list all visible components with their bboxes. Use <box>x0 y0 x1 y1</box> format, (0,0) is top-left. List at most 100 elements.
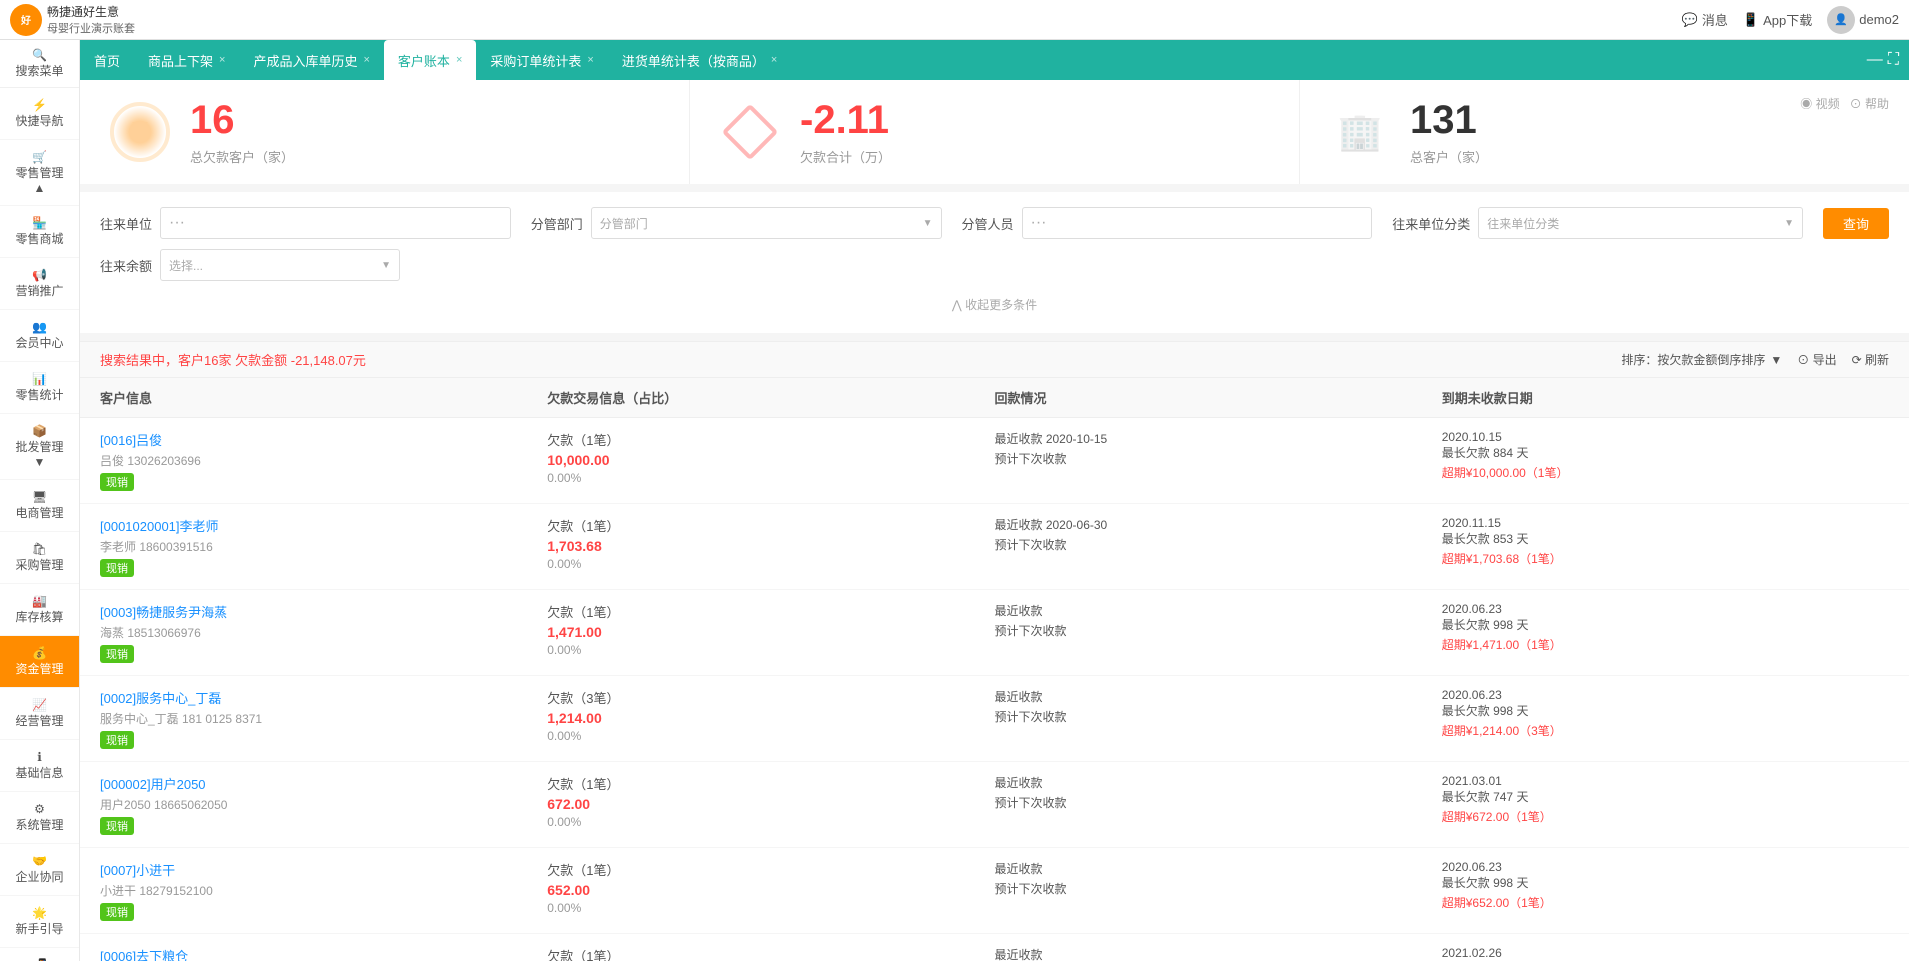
sidebar-item-member[interactable]: 👥 会员中心 <box>0 310 79 362</box>
sort-control[interactable]: 排序：按欠款金额倒序排序 ▼ <box>1621 351 1782 368</box>
debt-amount-1[interactable]: 1,703.68 <box>547 538 994 554</box>
sidebar-item-inventory[interactable]: 🏭 库存核算 <box>0 584 79 636</box>
sidebar-item-purchase[interactable]: 🛍 采购管理 <box>0 532 79 584</box>
debt-percent-5: 0.00% <box>547 901 994 915</box>
customer-info-6: [0006]去下粮仓 陈小帅 现销 <box>100 946 547 961</box>
ecommerce-icon: 🖥 <box>5 490 74 504</box>
app-download-btn[interactable]: 📱 App下载 <box>1743 10 1812 29</box>
tab-close-customer-account[interactable]: × <box>456 54 462 66</box>
debt-percent-4: 0.00% <box>547 815 994 829</box>
sidebar-item-ecommerce[interactable]: 🖥 电商管理 <box>0 480 79 532</box>
customer-name-2[interactable]: [0003]畅捷服务尹海蒸 <box>100 602 547 621</box>
sidebar-item-retail-mall[interactable]: 🏪 零售商城 <box>0 206 79 258</box>
collapse-btn[interactable]: ⋀ 收起更多条件 <box>100 291 1889 318</box>
debt-amount-4[interactable]: 672.00 <box>547 796 994 812</box>
tab-home[interactable]: 首页 <box>80 40 134 80</box>
brand-icon: 好 <box>10 4 42 36</box>
chevron-down-icon: ▲ <box>5 181 74 195</box>
sidebar-item-newbie[interactable]: 🌟 新手引导 <box>0 896 79 948</box>
search-button[interactable]: 查询 <box>1823 208 1889 239</box>
debt-count-0: 欠款（1笔） <box>547 430 994 449</box>
col-header-debt: 欠款交易信息（占比） <box>547 388 994 407</box>
help-link[interactable]: ⊙ 帮助 <box>1850 95 1889 112</box>
tab-close-inbound-stats[interactable]: × <box>771 54 777 66</box>
tab-purchase-order[interactable]: 采购订单统计表 × <box>476 40 607 80</box>
customer-name-0[interactable]: [0016]吕俊 <box>100 430 547 449</box>
overdue-link-4[interactable]: 超期¥672.00（1笔） <box>1442 808 1889 825</box>
tabs-fullscreen-btn[interactable]: ⛶ <box>1888 51 1899 69</box>
table-row: [0003]畅捷服务尹海蒸 海蒸 18513066976 现销 欠款（1笔） 1… <box>80 590 1909 676</box>
manager-label: 分管人员 <box>962 214 1014 233</box>
export-btn[interactable]: ⊙ 导出 <box>1797 351 1836 368</box>
manager-input[interactable]: ··· <box>1022 207 1373 239</box>
sidebar-item-basic-info[interactable]: ℹ 基础信息 <box>0 740 79 792</box>
stat-icon-building: 🏢 <box>1330 102 1390 162</box>
debt-percent-3: 0.00% <box>547 729 994 743</box>
filter-row-2: 往来余额 选择... ▼ <box>100 249 1889 281</box>
overdue-link-0[interactable]: 超期¥10,000.00（1笔） <box>1442 464 1889 481</box>
unit-category-select[interactable]: 往来单位分类 ▼ <box>1478 207 1803 239</box>
tabs-expand-btn[interactable]: — <box>1867 51 1883 69</box>
sidebar-item-retail-stats[interactable]: 📊 零售统计 <box>0 362 79 414</box>
tab-close-product-history[interactable]: × <box>363 54 369 66</box>
newbie-icon: 🌟 <box>5 906 74 920</box>
table-row: [0007]小进干 小进干 18279152100 现销 欠款（1笔） 652.… <box>80 848 1909 934</box>
top-right: 💬 消息 📱 App下载 👤 demo2 <box>1682 6 1899 34</box>
customer-name-3[interactable]: [0002]服务中心_丁磊 <box>100 688 547 707</box>
customer-contact-2: 海蒸 18513066976 <box>100 624 547 641</box>
tab-inbound-stats[interactable]: 进货单统计表（按商品） × <box>608 40 791 80</box>
overdue-link-1[interactable]: 超期¥1,703.68（1笔） <box>1442 550 1889 567</box>
message-btn[interactable]: 💬 消息 <box>1682 10 1728 29</box>
tab-product-history[interactable]: 产成品入库单历史 × <box>239 40 383 80</box>
recovery-info-3: 最近收款 预计下次收款 <box>995 688 1442 728</box>
app-wrapper: 好 畅捷通好生意 母婴行业演示账套 💬 消息 📱 App下载 👤 demo2 <box>0 0 1909 961</box>
export-icon: ⊙ <box>1797 353 1812 367</box>
department-select[interactable]: 分管部门 ▼ <box>591 207 942 239</box>
sidebar-search[interactable]: 🔍 搜索菜单 <box>0 40 79 88</box>
user-menu[interactable]: 👤 demo2 <box>1827 6 1899 34</box>
video-link[interactable]: ◉ 视频 <box>1800 95 1839 112</box>
customer-name-4[interactable]: [000002]用户2050 <box>100 774 547 793</box>
table-row: [000002]用户2050 用户2050 18665062050 现销 欠款（… <box>80 762 1909 848</box>
tab-products-off[interactable]: 商品上下架 × <box>134 40 239 80</box>
sidebar-item-finance[interactable]: 💰 资金管理 <box>0 636 79 688</box>
recovery-last-3: 最近收款 <box>995 688 1442 705</box>
tab-close-purchase-order[interactable]: × <box>587 54 593 66</box>
recovery-next-1: 预计下次收款 <box>995 536 1442 553</box>
refresh-btn[interactable]: ⟳ 刷新 <box>1852 351 1889 368</box>
debt-amount-5[interactable]: 652.00 <box>547 882 994 898</box>
overdue-max-5: 最长欠款 998 天 <box>1442 874 1889 891</box>
sidebar-item-quick-nav[interactable]: ⚡ 快捷导航 <box>0 88 79 140</box>
stat-text-customers: 16 总欠款客户（家） <box>190 98 294 166</box>
sidebar-item-system[interactable]: ⚙ 系统管理 <box>0 792 79 844</box>
page-content: ¥ 16 总欠款客户（家） -2.11 欠款合计（万） <box>80 80 1909 961</box>
recovery-info-6: 最近收款 预计下次收款 <box>995 946 1442 961</box>
debt-amount-3[interactable]: 1,214.00 <box>547 710 994 726</box>
overdue-link-2[interactable]: 超期¥1,471.00（1笔） <box>1442 636 1889 653</box>
main-layout: 🔍 搜索菜单 ⚡ 快捷导航 🛒 零售管理 ▲ 🏪 零售商城 📢 营销推广 � <box>0 40 1909 961</box>
overdue-link-3[interactable]: 超期¥1,214.00（3笔） <box>1442 722 1889 739</box>
sidebar-item-enterprise[interactable]: 🤝 企业协同 <box>0 844 79 896</box>
customer-name-5[interactable]: [0007]小进干 <box>100 860 547 879</box>
operation-icon: 📈 <box>5 698 74 712</box>
sort-arrow: ▼ <box>1770 353 1782 367</box>
debt-amount-2[interactable]: 1,471.00 <box>547 624 994 640</box>
customer-info-1: [0001020001]李老师 李老师 18600391516 现销 <box>100 516 547 577</box>
sidebar-item-batch-mgmt[interactable]: 📦 批发管理 ▼ <box>0 414 79 480</box>
customer-name-1[interactable]: [0001020001]李老师 <box>100 516 547 535</box>
sidebar-item-app-center[interactable]: 📲 应用中心 <box>0 948 79 961</box>
overdue-info-1: 2020.11.15 最长欠款 853 天 超期¥1,703.68（1笔） <box>1442 516 1889 567</box>
avatar: 👤 <box>1827 6 1855 34</box>
balance-select[interactable]: 选择... ▼ <box>160 249 400 281</box>
sidebar-item-retail-mgmt[interactable]: 🛒 零售管理 ▲ <box>0 140 79 206</box>
source-unit-input[interactable]: ··· <box>160 207 511 239</box>
customer-name-6[interactable]: [0006]去下粮仓 <box>100 946 547 961</box>
brand-text: 畅捷通好生意 母婴行业演示账套 <box>47 3 135 36</box>
tab-close-products-off[interactable]: × <box>219 54 225 66</box>
overdue-link-5[interactable]: 超期¥652.00（1笔） <box>1442 894 1889 911</box>
tab-customer-account[interactable]: 客户账本 × <box>384 40 476 80</box>
sidebar-item-operation[interactable]: 📈 经营管理 <box>0 688 79 740</box>
stats-banner: ¥ 16 总欠款客户（家） -2.11 欠款合计（万） <box>80 80 1909 184</box>
debt-amount-0[interactable]: 10,000.00 <box>547 452 994 468</box>
sidebar-item-marketing[interactable]: 📢 营销推广 <box>0 258 79 310</box>
